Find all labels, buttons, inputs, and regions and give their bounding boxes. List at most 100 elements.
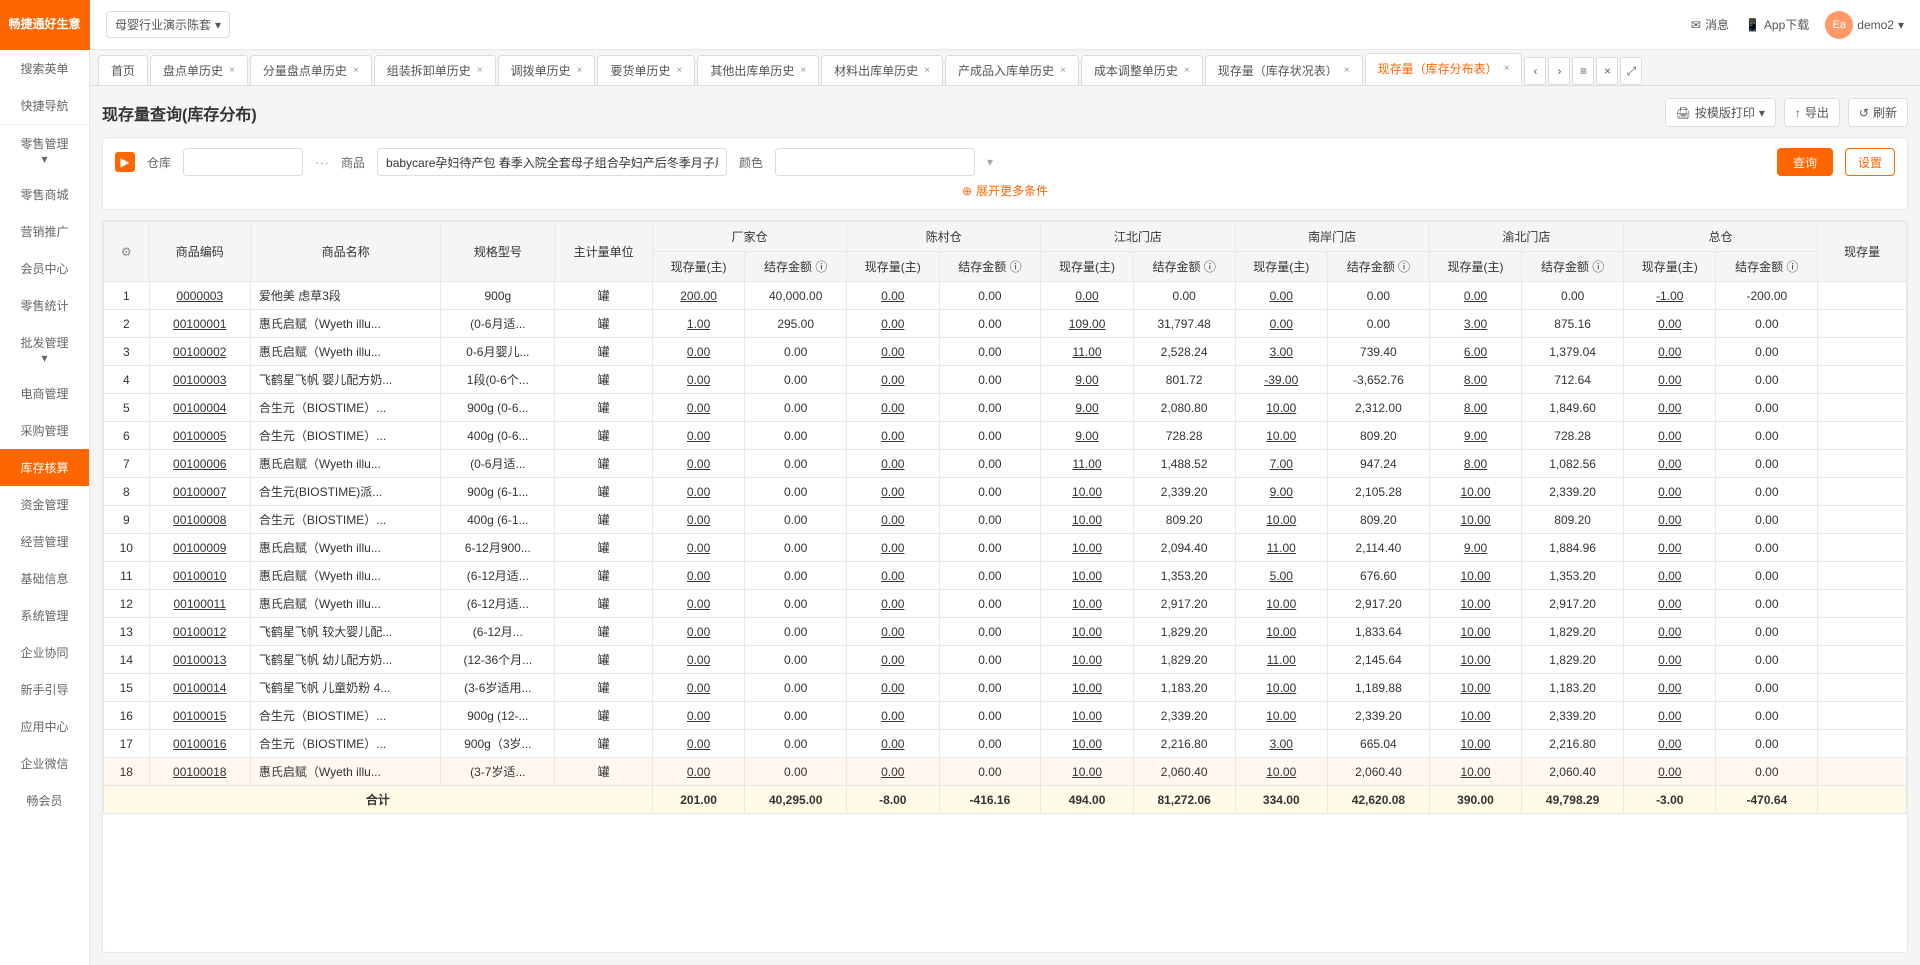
tab-close-materialout[interactable]: ×	[924, 65, 930, 76]
tab-close-orderlist[interactable]: ×	[676, 65, 682, 76]
cell-num: 6	[104, 422, 150, 450]
sidebar-item-retail[interactable]: 零售管理 ▾	[0, 125, 89, 176]
cell-current	[1818, 646, 1907, 674]
tab-close-stocklist[interactable]: ×	[229, 65, 235, 76]
goods-input[interactable]	[377, 148, 727, 176]
cell-factory-qty: 0.00	[652, 674, 744, 702]
tab-nav-more[interactable]: ≡	[1572, 57, 1594, 85]
th-jiangbei-qty: 现存量(主)	[1041, 252, 1133, 282]
sidebar-item-member[interactable]: 会员中心	[0, 250, 89, 287]
sidebar-item-vip[interactable]: 畅会员	[0, 782, 89, 819]
cell-spec: (6-12月...	[441, 618, 555, 646]
filter-expand-btn[interactable]: ⊕ 展开更多条件	[115, 182, 1895, 199]
cell-nanan-amt: 2,105.28	[1328, 478, 1430, 506]
sidebar-item-operation[interactable]: 经营管理	[0, 523, 89, 560]
filter-row: ▶ 仓库 ··· 商品 颜色 ▾ 查询 设置	[115, 148, 1895, 176]
cell-chen-qty: 0.00	[847, 282, 939, 310]
sidebar-item-basic[interactable]: 基础信息	[0, 560, 89, 597]
cell-nanan-qty: 9.00	[1235, 478, 1327, 506]
sidebar-item-wholesale[interactable]: 批发管理 ▾	[0, 324, 89, 375]
app-download-button[interactable]: 📱 App下载	[1745, 16, 1809, 33]
data-table: ⚙ 商品编码 商品名称 规格型号 主计量单位 厂家仓 陈村仓 江北门店 南岸门店…	[103, 221, 1907, 814]
tab-close-assemblylist[interactable]: ×	[477, 65, 483, 76]
cell-chen-amt: 0.00	[939, 702, 1041, 730]
sidebar-item-nav[interactable]: 快捷导航	[0, 87, 89, 124]
sidebar-item-system[interactable]: 系统管理	[0, 597, 89, 634]
cell-total-qty: 0.00	[1624, 674, 1716, 702]
tab-stockstatus[interactable]: 现存量（库存状况表） ×	[1205, 55, 1363, 85]
cell-code: 00100005	[149, 422, 250, 450]
sidebar-item-retailstat[interactable]: 零售统计	[0, 287, 89, 324]
company-selector[interactable]: 母婴行业演示陈套 ▾	[106, 11, 230, 38]
sidebar-item-wechat[interactable]: 企业微信	[0, 745, 89, 782]
sidebar-item-enterprise[interactable]: 企业协同	[0, 634, 89, 671]
sidebar-item-marketing[interactable]: 营销推广	[0, 213, 89, 250]
sidebar-item-purchase[interactable]: 采购管理	[0, 412, 89, 449]
setting-button[interactable]: 设置	[1845, 148, 1895, 176]
th-yubei-amt: 结存金额 ⓘ	[1522, 252, 1624, 282]
tab-costadjust[interactable]: 成本调整单历史 ×	[1081, 55, 1203, 85]
export-button[interactable]: ↑ 导出	[1784, 98, 1840, 127]
tab-close-otherout[interactable]: ×	[800, 65, 806, 76]
tab-close-adjustlist[interactable]: ×	[577, 65, 583, 76]
warehouse-expand[interactable]: ···	[315, 154, 329, 170]
tab-close-stockstatus[interactable]: ×	[1344, 65, 1350, 76]
user-menu[interactable]: Ea demo2 ▾	[1825, 11, 1904, 39]
cell-factory-amt: 0.00	[745, 646, 847, 674]
cell-nanan-amt: 809.20	[1328, 422, 1430, 450]
total-total-qty: -3.00	[1624, 786, 1716, 814]
tab-stocklistdetail[interactable]: 分量盘点单历史 ×	[250, 55, 372, 85]
cell-factory-amt: 0.00	[745, 338, 847, 366]
cell-nanan-amt: 809.20	[1328, 506, 1430, 534]
cell-nanan-qty: 10.00	[1235, 674, 1327, 702]
cell-total-amt: 0.00	[1716, 478, 1818, 506]
th-current: 现存量	[1818, 222, 1907, 282]
cell-current	[1818, 366, 1907, 394]
sidebar-item-ecommerce[interactable]: 电商管理	[0, 375, 89, 412]
cell-chen-qty: 0.00	[847, 646, 939, 674]
tab-productin[interactable]: 产成品入库单历史 ×	[945, 55, 1079, 85]
tab-home[interactable]: 首页	[98, 55, 148, 85]
th-factory: 厂家仓	[652, 222, 846, 252]
query-button[interactable]: 查询	[1777, 148, 1833, 176]
tab-otherout[interactable]: 其他出库单历史 ×	[697, 55, 819, 85]
sidebar-item-guide[interactable]: 新手引导	[0, 671, 89, 708]
tab-close-stockdist[interactable]: ×	[1504, 63, 1510, 74]
tab-nav-next[interactable]: ›	[1548, 57, 1570, 85]
tab-adjustlist[interactable]: 调拨单历史 ×	[498, 55, 596, 85]
tab-nav-prev[interactable]: ‹	[1524, 57, 1546, 85]
gear-icon[interactable]: ⚙	[121, 245, 132, 259]
tab-close-productin[interactable]: ×	[1060, 65, 1066, 76]
tab-close-all[interactable]: ×	[1596, 57, 1618, 85]
tab-assemblylist[interactable]: 组装拆卸单历史 ×	[374, 55, 496, 85]
cell-current	[1818, 562, 1907, 590]
cell-yubei-amt: 1,183.20	[1522, 674, 1624, 702]
info-icon: ⓘ	[1787, 260, 1799, 274]
print-button[interactable]: 🖨 按模版打印 ▾	[1665, 98, 1776, 127]
cell-jiangbei-qty: 0.00	[1041, 282, 1133, 310]
sidebar-item-finance[interactable]: 资金管理	[0, 486, 89, 523]
tab-fullscreen[interactable]: ⤢	[1620, 57, 1642, 85]
cell-num: 5	[104, 394, 150, 422]
sidebar-item-search[interactable]: 搜索英单	[0, 50, 89, 87]
tab-materialout[interactable]: 材料出库单历史 ×	[821, 55, 943, 85]
refresh-button[interactable]: ↺ 刷新	[1848, 98, 1908, 127]
filter-toggle-btn[interactable]: ▶	[115, 152, 135, 172]
table-row: 5 00100004 合生元（BIOSTIME）... 900g (0-6...…	[104, 394, 1907, 422]
tab-orderlist[interactable]: 要货单历史 ×	[597, 55, 695, 85]
tab-close-stocklistdetail[interactable]: ×	[353, 65, 359, 76]
chevron-down-icon: ▾	[987, 155, 993, 169]
tab-close-costadjust[interactable]: ×	[1184, 65, 1190, 76]
message-button[interactable]: ✉ 消息	[1691, 16, 1729, 33]
total-yubei-amt: 49,798.29	[1522, 786, 1624, 814]
cell-chen-qty: 0.00	[847, 338, 939, 366]
th-total: 总仓	[1624, 222, 1818, 252]
sidebar-item-inventory[interactable]: 库存核算	[0, 449, 89, 486]
tab-stockdist[interactable]: 现存量（库存分布表） ×	[1365, 53, 1523, 85]
color-input[interactable]	[775, 148, 975, 176]
warehouse-input[interactable]	[183, 148, 303, 176]
sidebar-item-retailshop[interactable]: 零售商城	[0, 176, 89, 213]
tab-stocklist[interactable]: 盘点单历史 ×	[150, 55, 248, 85]
sidebar-item-appcenter[interactable]: 应用中心	[0, 708, 89, 745]
th-code: 商品编码	[149, 222, 250, 282]
